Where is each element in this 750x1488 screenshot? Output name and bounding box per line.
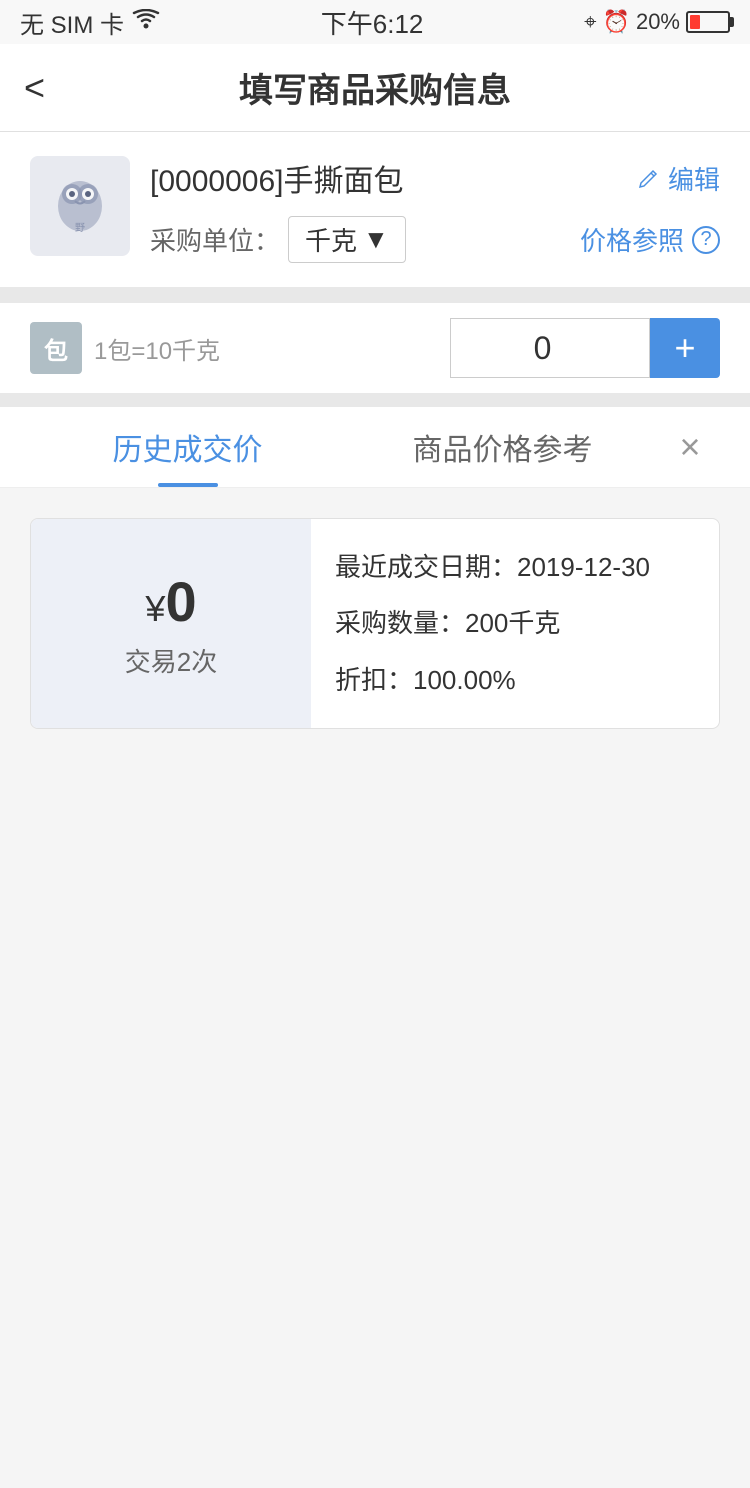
purchase-unit-label: 采购单位： [150,221,280,258]
page-title: 填写商品采购信息 [239,63,511,112]
dropdown-icon: ▼ [363,224,389,255]
currency-symbol: ¥ [145,588,165,629]
section-divider-2 [0,393,750,407]
back-button[interactable]: < [24,67,45,109]
product-section: 野 [0000006]手撕面包 编辑 采购单位： [0,132,750,287]
purchase-unit-row: 采购单位： 千克 ▼ 价格参照 ? [150,216,720,263]
unit-box: 包 [30,322,82,374]
quantity-plus-button[interactable]: + [650,318,720,378]
network-status: 无 SIM 卡 [20,5,124,40]
tabs-section: 历史成交价 商品价格参考 × [0,407,750,488]
product-logo-icon: 野 [45,166,115,246]
price-amount: ¥0 [145,569,196,634]
discount-row: 折扣：100.00% [335,662,695,698]
price-card: ¥0 交易2次 最近成交日期：2019-12-30 采购数量：200千克 折扣：… [30,518,720,729]
battery-percent: 20% [636,9,680,35]
bottom-area [0,888,750,1488]
product-name: [0000006]手撕面包 [150,156,403,200]
edit-button[interactable]: 编辑 [638,160,720,197]
price-card-right: 最近成交日期：2019-12-30 采购数量：200千克 折扣：100.00% [311,519,719,728]
nav-bar: < 填写商品采购信息 [0,44,750,132]
unit-conversion: 1包=10千克 [94,331,220,366]
price-ref-button[interactable]: 价格参照 ? [580,221,720,258]
status-left: 无 SIM 卡 [20,5,160,40]
location-icon: ⌖ [584,9,596,35]
product-info: [0000006]手撕面包 编辑 采购单位： 千克 ▼ [150,156,720,263]
tabs-header: 历史成交价 商品价格参考 × [0,407,750,488]
battery-icon [686,11,730,33]
recent-date-row: 最近成交日期：2019-12-30 [335,549,695,585]
quantity-section: 包 1包=10千克 + [0,303,750,393]
tab-history-price[interactable]: 历史成交价 [30,407,345,487]
status-time: 下午6:12 [321,4,424,41]
tabs-close-button[interactable]: × [660,407,720,487]
unit-info: 包 1包=10千克 [30,322,220,374]
svg-text:野: 野 [75,222,85,234]
section-divider-1 [0,287,750,303]
price-card-left: ¥0 交易2次 [31,519,311,728]
status-right: ⌖ ⏰ 20% [584,9,730,35]
quantity-control: + [450,318,720,378]
price-trades: 交易2次 [125,642,217,679]
purchase-qty-row: 采购数量：200千克 [335,605,695,641]
product-row: 野 [0000006]手撕面包 编辑 采购单位： [30,156,720,263]
alarm-icon: ⏰ [603,9,630,35]
price-ref-help-icon: ? [692,226,720,254]
product-header: [0000006]手撕面包 编辑 [150,156,720,200]
wifi-icon [132,8,160,36]
price-card-section: ¥0 交易2次 最近成交日期：2019-12-30 采购数量：200千克 折扣：… [0,488,750,888]
quantity-input[interactable] [450,318,650,378]
product-thumbnail: 野 [30,156,130,256]
unit-select[interactable]: 千克 ▼ [288,216,406,263]
tab-price-reference[interactable]: 商品价格参考 [345,407,660,487]
status-bar: 无 SIM 卡 下午6:12 ⌖ ⏰ 20% [0,0,750,44]
